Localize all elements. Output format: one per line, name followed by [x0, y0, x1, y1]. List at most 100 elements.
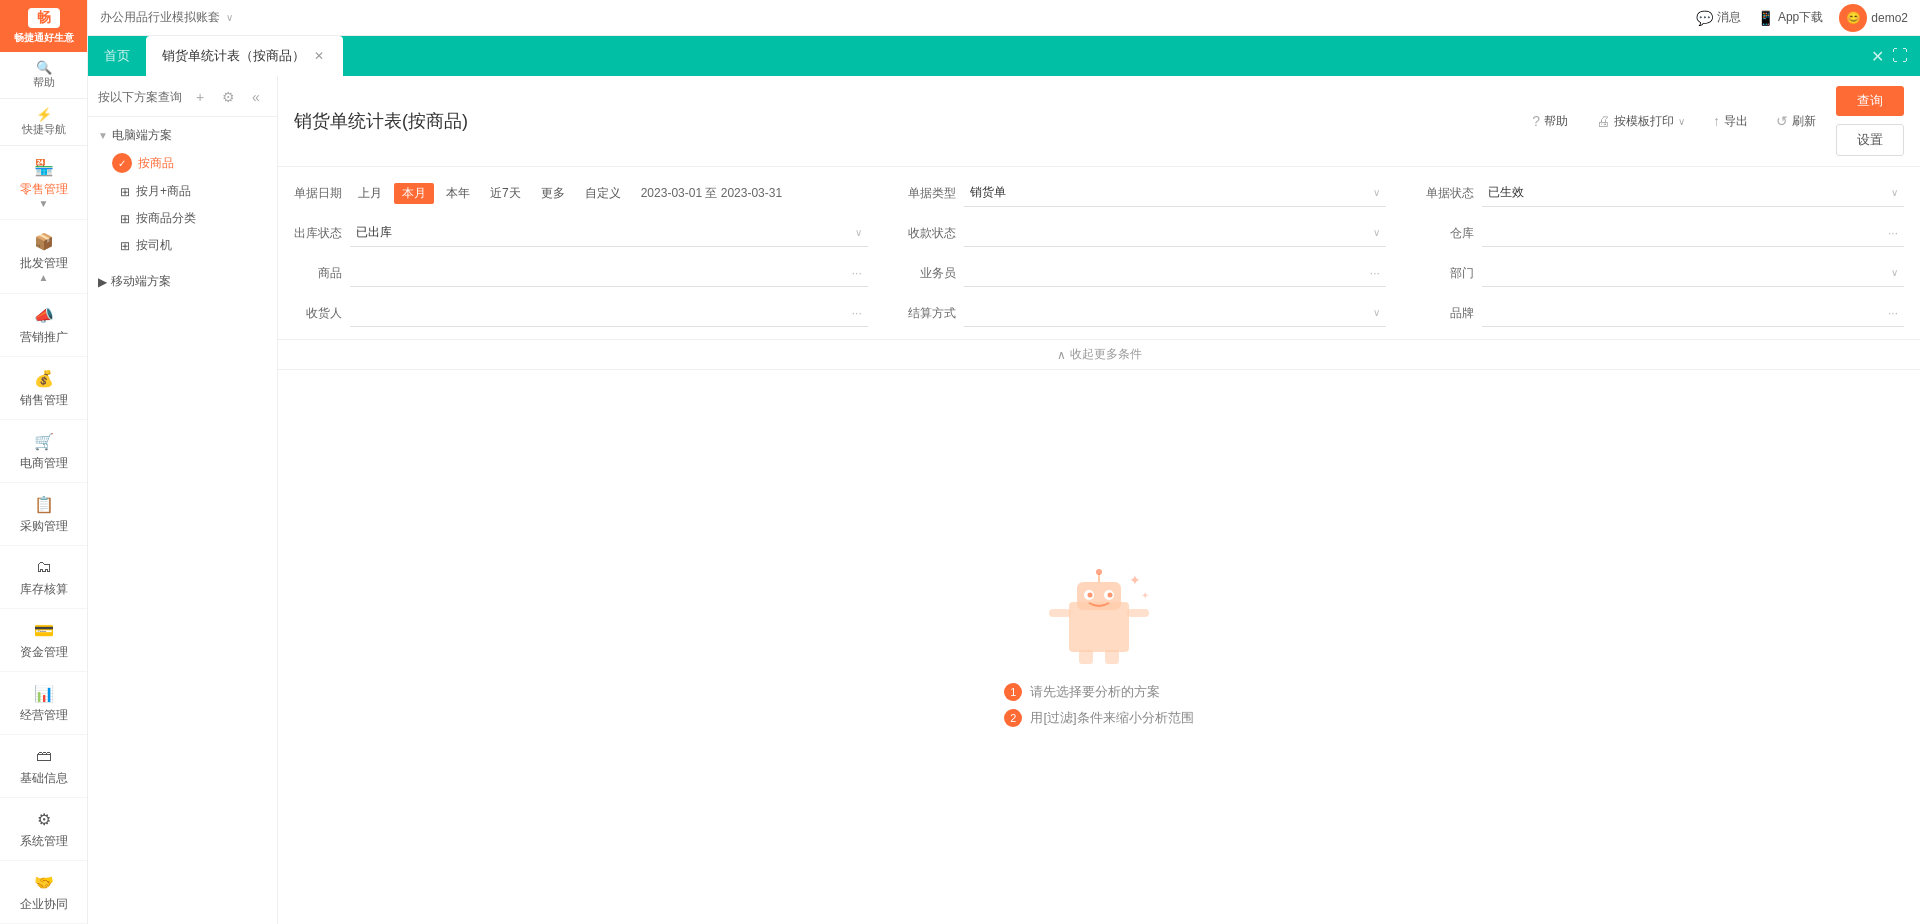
brand-more-icon[interactable]: ··· [1888, 306, 1898, 320]
action-buttons: 查询 设置 [1836, 86, 1904, 156]
sidebar-item-ecommerce[interactable]: 🛒 电商管理 [0, 420, 87, 483]
add-icon: + [196, 89, 204, 105]
query-button[interactable]: 查询 [1836, 86, 1904, 116]
enterprise-icon: 🤝 [33, 871, 55, 893]
username: demo2 [1871, 11, 1908, 25]
window-maximize-icon[interactable]: ⛶ [1892, 47, 1908, 65]
date-this-year-btn[interactable]: 本年 [438, 183, 478, 204]
refresh-btn[interactable]: ↺ 刷新 [1768, 109, 1824, 134]
date-this-month-btn[interactable]: 本月 [394, 183, 434, 204]
product-value-area[interactable]: ··· [350, 259, 868, 287]
sidebar-item-sales[interactable]: 💰 销售管理 [0, 357, 87, 420]
app-logo[interactable]: 畅 畅捷通好生意 [0, 0, 88, 52]
warehouse-value-area[interactable]: ··· [1482, 219, 1904, 247]
sidebar-item-system[interactable]: ⚙ 系统管理 [0, 798, 87, 861]
export-btn[interactable]: ↑ 导出 [1705, 109, 1756, 134]
svg-text:✦: ✦ [1141, 590, 1149, 601]
purchase-label: 采购管理 [20, 518, 68, 535]
doc-status-filter: 单据状态 已生效 ∨ [1426, 179, 1904, 207]
dept-value-area[interactable]: ∨ [1482, 259, 1904, 287]
doc-type-label: 单据类型 [908, 185, 964, 202]
user-profile-btn[interactable]: 😊 demo2 [1839, 4, 1908, 32]
right-panel: 销货单统计表(按商品) ? 帮助 🖨 按模板打印 ∨ ↑ 导出 [278, 76, 1920, 924]
tab-sales-stats[interactable]: 销货单统计表（按商品） ✕ [146, 36, 343, 76]
scheme-item-by-category[interactable]: ⊞ 按商品分类 [88, 205, 277, 232]
svg-rect-10 [1079, 650, 1093, 664]
print-dropdown-icon: ∨ [1678, 116, 1685, 127]
empty-text-list: 1 请先选择要分析的方案 2 用[过滤]条件来缩小分析范围 [1004, 683, 1193, 727]
receiver-value-area[interactable]: ··· [350, 299, 868, 327]
date-custom-btn[interactable]: 自定义 [577, 183, 629, 204]
page-body: 按以下方案查询 + ⚙ « ▼ 电脑端方案 ✓ [88, 76, 1920, 924]
search-label: 帮助 [33, 75, 55, 90]
receiver-filter: 收货人 ··· [294, 299, 868, 327]
search-menu-item[interactable]: 🔍 帮助 [0, 52, 87, 99]
warehouse-more-icon[interactable]: ··· [1888, 226, 1898, 240]
empty-svg: ✦ ✦ [1039, 567, 1159, 667]
collapse-panel-btn[interactable]: « [245, 86, 267, 108]
sidebar-item-finance[interactable]: 💳 资金管理 [0, 609, 87, 672]
sidebar-item-purchase[interactable]: 📋 采购管理 [0, 483, 87, 546]
sidebar-item-marketing[interactable]: 📣 营销推广 [0, 294, 87, 357]
help-label: 帮助 [1544, 113, 1568, 130]
scheme-item-by-driver[interactable]: ⊞ 按司机 [88, 232, 277, 259]
receiver-more-icon[interactable]: ··· [852, 306, 862, 320]
message-btn[interactable]: 💬 消息 [1696, 9, 1741, 26]
desktop-group-title[interactable]: ▼ 电脑端方案 [88, 123, 277, 148]
staff-value-area[interactable]: ··· [964, 259, 1386, 287]
print-btn[interactable]: 🖨 按模板打印 ∨ [1588, 109, 1693, 134]
product-filter: 商品 ··· [294, 259, 868, 287]
tab-close-icon[interactable]: ✕ [311, 48, 327, 64]
staff-more-icon[interactable]: ··· [1370, 266, 1380, 280]
scheme-grid-icon-1: ⊞ [120, 185, 130, 199]
basics-label: 基础信息 [20, 770, 68, 787]
scheme-item-by-month-product[interactable]: ⊞ 按月+商品 [88, 178, 277, 205]
payment-label: 结算方式 [908, 305, 964, 322]
app-logo-text: 畅捷通好生意 [14, 31, 74, 44]
date-last7-btn[interactable]: 近7天 [482, 183, 529, 204]
retail-icon: 🏪 [33, 156, 55, 178]
settings-button[interactable]: 设置 [1836, 124, 1904, 156]
sidebar-item-enterprise[interactable]: 🤝 企业协同 [0, 861, 87, 924]
date-range-text: 2023-03-01 至 2023-03-31 [633, 185, 782, 202]
scheme-item-by-product[interactable]: ✓ 按商品 [88, 148, 277, 178]
basics-icon: 🗃 [33, 745, 55, 767]
receipt-status-value-area[interactable]: ∨ [964, 219, 1386, 247]
sidebar: 畅 畅捷通好生意 🔍 帮助 ⚡ 快捷导航 🏪 零售管理 ▼ 📦 批发管理 ▲ 📣… [0, 0, 88, 924]
payment-value-area[interactable]: ∨ [964, 299, 1386, 327]
date-last-month-btn[interactable]: 上月 [350, 183, 390, 204]
sidebar-item-operations[interactable]: 📊 经营管理 [0, 672, 87, 735]
tip-number-1: 1 [1004, 683, 1022, 701]
filter-row-1: 单据日期 上月 本月 本年 近7天 更多 自定义 2023-03-01 至 20… [294, 179, 1904, 207]
date-more-btn[interactable]: 更多 [533, 183, 573, 204]
brand-value-area[interactable]: ··· [1482, 299, 1904, 327]
out-status-value-area[interactable]: 已出库 ∨ [350, 219, 868, 247]
sidebar-item-inventory[interactable]: 🗂 库存核算 [0, 546, 87, 609]
sidebar-item-basics[interactable]: 🗃 基础信息 [0, 735, 87, 798]
marketing-icon: 📣 [33, 304, 55, 326]
quick-nav-item[interactable]: ⚡ 快捷导航 [0, 99, 87, 146]
svg-point-4 [1087, 593, 1092, 598]
tab-home[interactable]: 首页 [88, 36, 146, 76]
retail-expand-icon: ▼ [39, 198, 49, 209]
sidebar-item-retail[interactable]: 🏪 零售管理 ▼ [0, 146, 87, 220]
app-download-btn[interactable]: 📱 App下载 [1757, 9, 1823, 26]
sidebar-item-wholesale[interactable]: 📦 批发管理 ▲ [0, 220, 87, 294]
phone-icon: 📱 [1757, 10, 1774, 26]
collapse-bar[interactable]: ∧ 收起更多条件 [278, 340, 1920, 370]
help-btn[interactable]: ? 帮助 [1524, 109, 1576, 134]
add-scheme-btn[interactable]: + [189, 86, 211, 108]
avatar: 😊 [1839, 4, 1867, 32]
doc-type-value-area[interactable]: 销货单 ∨ [964, 179, 1386, 207]
page-actions: ? 帮助 🖨 按模板打印 ∨ ↑ 导出 ↺ 刷新 [1524, 86, 1904, 156]
current-account[interactable]: 办公用品行业模拟账套 [100, 9, 220, 26]
print-label: 按模板打印 [1614, 113, 1674, 130]
mobile-group-title[interactable]: ▶ 移动端方案 [88, 269, 277, 294]
doc-status-value-area[interactable]: 已生效 ∨ [1482, 179, 1904, 207]
window-close-icon[interactable]: ✕ [1871, 47, 1884, 66]
product-more-icon[interactable]: ··· [852, 266, 862, 280]
settings-scheme-btn[interactable]: ⚙ [217, 86, 239, 108]
svg-point-7 [1096, 569, 1102, 575]
svg-rect-11 [1105, 650, 1119, 664]
svg-text:✦: ✦ [1129, 572, 1141, 588]
